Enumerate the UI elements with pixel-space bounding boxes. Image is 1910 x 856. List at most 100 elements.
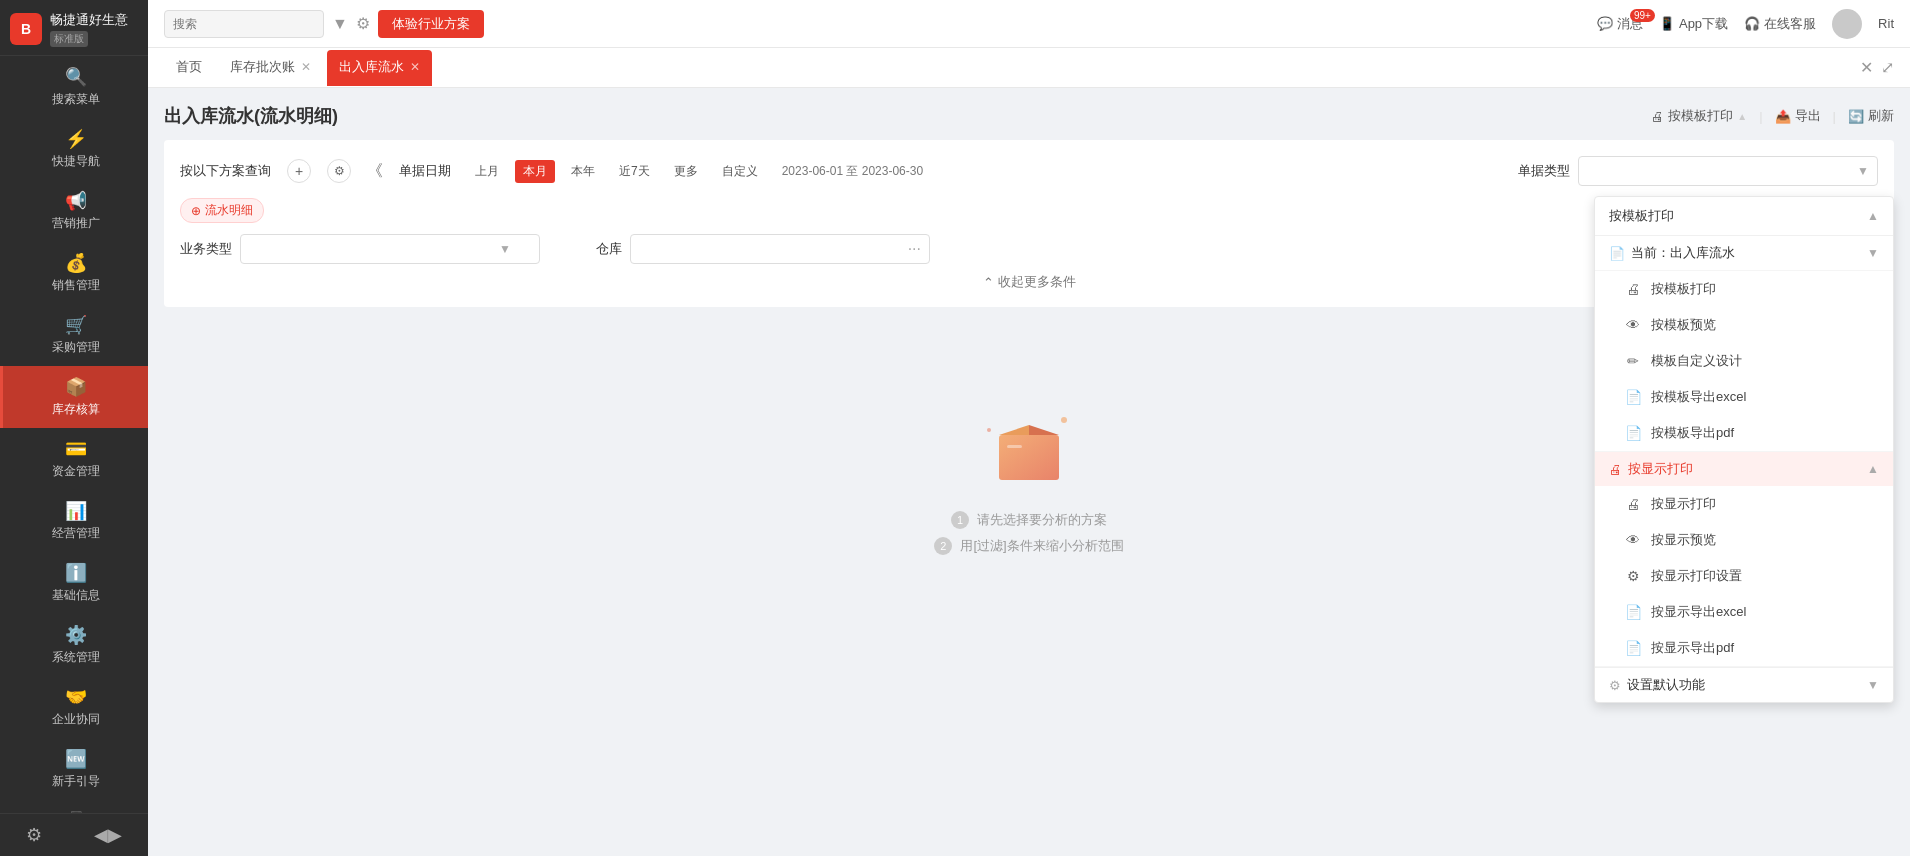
window-maximize-button[interactable]: ⤢ bbox=[1881, 58, 1894, 77]
user-avatar[interactable] bbox=[1832, 9, 1862, 39]
display-excel-label: 按显示导出excel bbox=[1651, 603, 1746, 621]
sales-icon: 💰 bbox=[65, 252, 87, 274]
display-pdf-label: 按显示导出pdf bbox=[1651, 639, 1734, 657]
tab-flow-close[interactable]: ✕ bbox=[410, 60, 420, 74]
date-this-month[interactable]: 本月 bbox=[515, 160, 555, 183]
footer-label: 设置默认功能 bbox=[1627, 676, 1705, 694]
topbar-settings-icon[interactable]: ⚙ bbox=[356, 14, 370, 33]
sidebar-item-quicknav-label: 快捷导航 bbox=[52, 153, 100, 170]
dropdown-item-template-pdf[interactable]: 📄 按模板导出pdf bbox=[1595, 415, 1893, 451]
print-icon: 🖨 bbox=[1651, 109, 1664, 124]
sidebar-item-quicknav[interactable]: ⚡ 快捷导航 bbox=[0, 118, 148, 180]
filter-add-button[interactable]: + bbox=[287, 159, 311, 183]
doc-type-label: 单据类型 bbox=[1518, 162, 1570, 180]
export-button[interactable]: 📤 导出 bbox=[1775, 107, 1821, 125]
tab-home[interactable]: 首页 bbox=[164, 50, 214, 86]
window-close-button[interactable]: ✕ bbox=[1860, 58, 1873, 77]
dropdown-item-display-pdf[interactable]: 📄 按显示导出pdf bbox=[1595, 630, 1893, 666]
dropdown-item-display-preview[interactable]: 👁 按显示预览 bbox=[1595, 522, 1893, 558]
display-preview-icon: 👁 bbox=[1623, 530, 1643, 550]
svg-marker-1 bbox=[999, 425, 1029, 435]
date-last-month[interactable]: 上月 bbox=[467, 160, 507, 183]
sidebar-item-operations[interactable]: 📊 经营管理 bbox=[0, 490, 148, 552]
online-service-button[interactable]: 🎧 在线客服 bbox=[1744, 15, 1816, 33]
dropdown-item-template-excel[interactable]: 📄 按模板导出excel bbox=[1595, 379, 1893, 415]
collapse-button[interactable]: ⌃ 收起更多条件 bbox=[983, 273, 1076, 291]
dropdown-item-display-excel[interactable]: 📄 按显示导出excel bbox=[1595, 594, 1893, 630]
filter-row-1: 按以下方案查询 + ⚙ 《 单据日期 上月 本月 本年 近7天 更多 自定义 2… bbox=[180, 156, 1878, 186]
filter-collapse-icon[interactable]: 《 bbox=[367, 161, 383, 182]
dropdown-item-display-print[interactable]: 🖨 按显示打印 bbox=[1595, 486, 1893, 522]
marketing-icon: 📢 bbox=[65, 190, 87, 212]
sidebar-item-guide[interactable]: 🆕 新手引导 bbox=[0, 738, 148, 800]
dropdown-item-display-settings[interactable]: ⚙ 按显示打印设置 bbox=[1595, 558, 1893, 594]
empty-step-2: 2 用[过滤]条件来缩小分析范围 bbox=[934, 537, 1123, 555]
sidebar-item-basic[interactable]: ℹ️ 基础信息 bbox=[0, 552, 148, 614]
dropdown-item-template-customize[interactable]: ✏ 模板自定义设计 bbox=[1595, 343, 1893, 379]
dropdown-current-template[interactable]: 📄 当前：出入库流水 ▼ bbox=[1595, 236, 1893, 271]
date-7days[interactable]: 近7天 bbox=[611, 160, 658, 183]
doc-type-chevron-icon: ▼ bbox=[1857, 164, 1869, 178]
date-custom[interactable]: 自定义 bbox=[714, 160, 766, 183]
business-type-select[interactable]: ▼ bbox=[240, 234, 540, 264]
collapse-chevron-icon: ⌃ bbox=[983, 275, 994, 290]
tab-batch-account-close[interactable]: ✕ bbox=[301, 60, 311, 74]
message-icon: 💬 bbox=[1597, 16, 1613, 31]
action-divider2: | bbox=[1833, 109, 1836, 124]
sidebar-item-marketing-label: 营销推广 bbox=[52, 215, 100, 232]
dropdown-item-template-preview[interactable]: 👁 按模板预览 bbox=[1595, 307, 1893, 343]
sidebar-item-sales-label: 销售管理 bbox=[52, 277, 100, 294]
search-dropdown-icon[interactable]: ▼ bbox=[332, 15, 348, 33]
dropdown-item-template-print[interactable]: 🖨 按模板打印 bbox=[1595, 271, 1893, 307]
filter-setting-button[interactable]: ⚙ bbox=[327, 159, 351, 183]
sidebar-item-system[interactable]: ⚙️ 系统管理 bbox=[0, 614, 148, 676]
search-input[interactable] bbox=[164, 10, 324, 38]
warehouse-more-icon[interactable]: ··· bbox=[908, 240, 921, 258]
export-icon: 📤 bbox=[1775, 109, 1791, 124]
tab-flow[interactable]: 出入库流水 ✕ bbox=[327, 50, 432, 86]
messages-button[interactable]: 💬 消息 99+ bbox=[1597, 15, 1643, 33]
app-download-button[interactable]: 📱 App下载 bbox=[1659, 15, 1728, 33]
guide-icon: 🆕 bbox=[65, 748, 87, 770]
current-template-arrow: ▼ bbox=[1867, 246, 1879, 260]
date-this-year[interactable]: 本年 bbox=[563, 160, 603, 183]
display-section-title: 🖨 按显示打印 bbox=[1609, 460, 1693, 478]
sidebar-item-marketing[interactable]: 📢 营销推广 bbox=[0, 180, 148, 242]
doc-type-select[interactable]: ▼ bbox=[1578, 156, 1878, 186]
dropdown-display-section-header[interactable]: 🖨 按显示打印 ▲ bbox=[1595, 452, 1893, 486]
sidebar-item-enterprise[interactable]: 🤝 企业协同 bbox=[0, 676, 148, 738]
sidebar-item-apps[interactable]: 📱 应用中心 bbox=[0, 800, 148, 813]
refresh-button[interactable]: 🔄 刷新 bbox=[1848, 107, 1894, 125]
basic-icon: ℹ️ bbox=[65, 562, 87, 584]
footer-arrow-icon: ▼ bbox=[1867, 678, 1879, 692]
refresh-icon: 🔄 bbox=[1848, 109, 1864, 124]
dropdown-collapse-icon[interactable]: ▲ bbox=[1867, 209, 1879, 223]
sidebar-item-sales[interactable]: 💰 销售管理 bbox=[0, 242, 148, 304]
sidebar-settings-button[interactable]: ⚙ bbox=[26, 824, 42, 846]
date-more[interactable]: 更多 bbox=[666, 160, 706, 183]
dropdown-display-section: 🖨 按显示打印 👁 按显示预览 ⚙ 按显示打印设置 📄 按显示导出excel bbox=[1595, 486, 1893, 667]
display-settings-icon: ⚙ bbox=[1623, 566, 1643, 586]
warehouse-select[interactable]: ··· bbox=[630, 234, 930, 264]
dropdown-footer[interactable]: ⚙ 设置默认功能 ▼ bbox=[1595, 667, 1893, 702]
display-pdf-icon: 📄 bbox=[1623, 638, 1643, 658]
sidebar-toggle-button[interactable]: ◀▶ bbox=[94, 824, 122, 846]
industry-solution-button[interactable]: 体验行业方案 bbox=[378, 10, 484, 38]
sidebar-item-inventory[interactable]: 📦 库存核算 bbox=[0, 366, 148, 428]
business-type-chevron-icon: ▼ bbox=[499, 242, 511, 256]
date-filter-label: 单据日期 bbox=[399, 162, 451, 180]
current-template-icon: 📄 bbox=[1609, 246, 1625, 261]
page-title: 出入库流水(流水明细) bbox=[164, 104, 338, 128]
print-button[interactable]: 🖨 按模板打印 ▲ bbox=[1651, 107, 1747, 125]
sidebar-item-finance[interactable]: 💳 资金管理 bbox=[0, 428, 148, 490]
sidebar-item-purchase[interactable]: 🛒 采购管理 bbox=[0, 304, 148, 366]
sidebar-item-inventory-label: 库存核算 bbox=[52, 401, 100, 418]
footer-settings-icon: ⚙ bbox=[1609, 678, 1621, 693]
tab-batch-account[interactable]: 库存批次账 ✕ bbox=[218, 50, 323, 86]
sidebar-item-search[interactable]: 🔍 搜索菜单 bbox=[0, 56, 148, 118]
app-label: App下载 bbox=[1679, 15, 1728, 33]
filter-scheme-tag[interactable]: ⊕ 流水明细 bbox=[180, 198, 264, 223]
page-actions: 🖨 按模板打印 ▲ | 📤 导出 | 🔄 刷新 bbox=[1651, 107, 1894, 125]
page-header: 出入库流水(流水明细) 🖨 按模板打印 ▲ | 📤 导出 | 🔄 bbox=[164, 104, 1894, 128]
quicknav-icon: ⚡ bbox=[65, 128, 87, 150]
